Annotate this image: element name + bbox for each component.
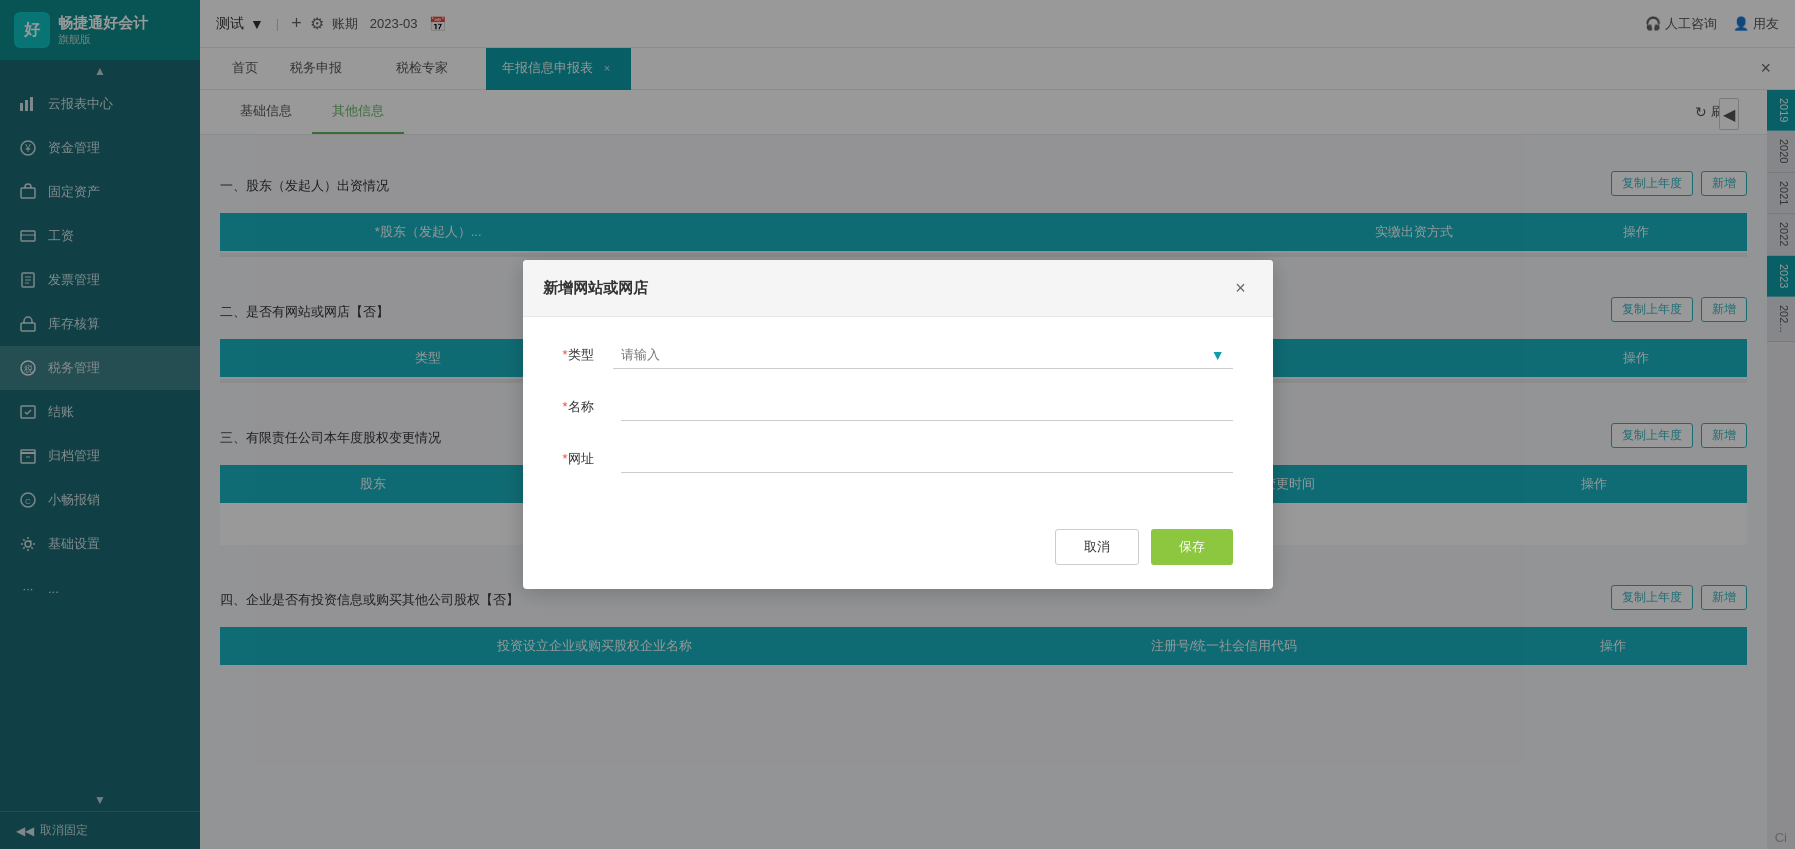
cancel-button[interactable]: 取消 [1055,529,1139,565]
modal-footer: 取消 保存 [523,513,1273,589]
form-row-type: *类型 ▼ [563,341,1233,369]
save-button[interactable]: 保存 [1151,529,1233,565]
name-label: *名称 [563,398,613,416]
type-input[interactable] [613,341,1211,368]
type-label: *类型 [563,346,613,364]
form-row-name: *名称 [563,393,1233,421]
modal-header: 新增网站或网店 × [523,260,1273,317]
add-website-modal: 新增网站或网店 × *类型 ▼ *名称 *网址 [523,260,1273,589]
dropdown-arrow-icon[interactable]: ▼ [1211,347,1233,363]
url-label: *网址 [563,450,613,468]
type-select-wrapper: ▼ [613,341,1233,369]
modal-title: 新增网站或网店 [543,279,648,298]
modal-body: *类型 ▼ *名称 *网址 [523,317,1273,513]
modal-overlay: 新增网站或网店 × *类型 ▼ *名称 *网址 [0,0,1795,849]
modal-close-btn[interactable]: × [1229,276,1253,300]
form-row-url: *网址 [563,445,1233,473]
url-input[interactable] [621,445,1233,473]
name-input[interactable] [621,393,1233,421]
